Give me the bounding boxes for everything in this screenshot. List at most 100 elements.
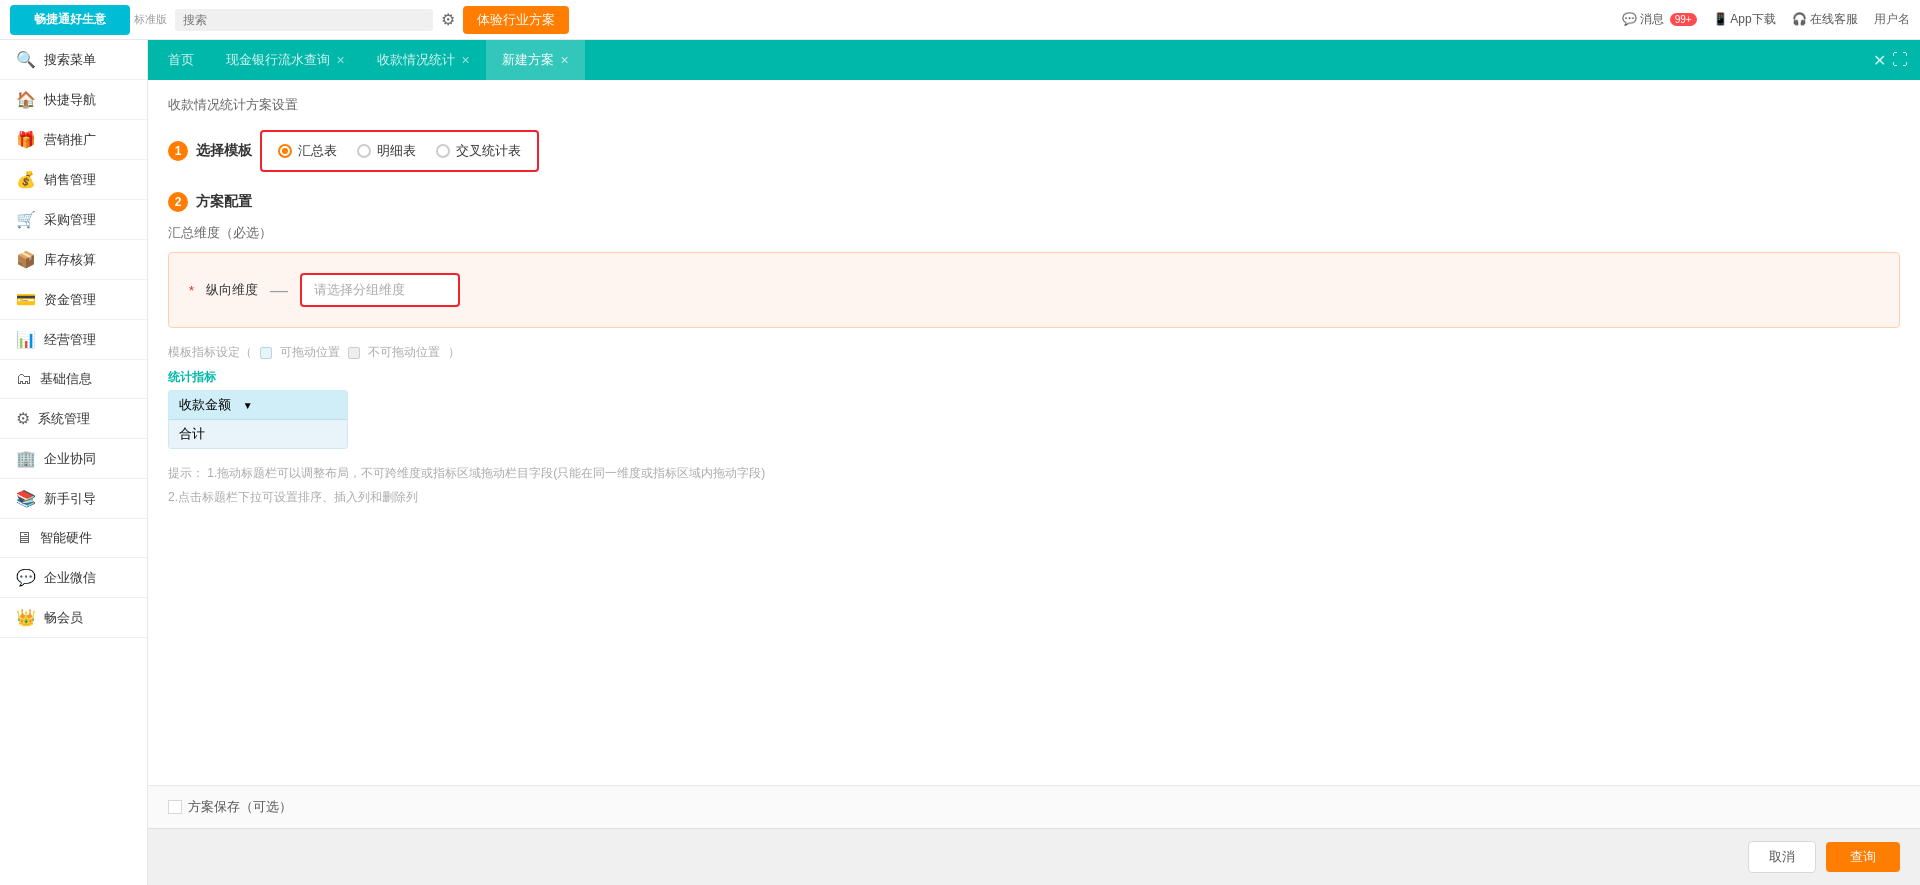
save-checkbox[interactable] xyxy=(168,800,182,814)
page-title: 收款情况统计方案设置 xyxy=(168,96,1900,114)
sidebar-item-hardware[interactable]: 🖥 智能硬件 xyxy=(0,519,147,558)
dimension-placeholder: 请选择分组维度 xyxy=(314,282,405,297)
radio-detail[interactable]: 明细表 xyxy=(357,142,416,160)
draggable-dot xyxy=(260,347,272,359)
tab-receipts-stats[interactable]: 收款情况统计 ✕ xyxy=(361,40,486,80)
trial-button[interactable]: 体验行业方案 xyxy=(463,6,569,34)
radio-summary-dot[interactable] xyxy=(278,144,292,158)
home-icon: 🏠 xyxy=(16,90,36,109)
step2-label: 方案配置 xyxy=(196,193,252,211)
sidebar-item-label: 采购管理 xyxy=(44,211,96,229)
sidebar-item-search-menu[interactable]: 🔍 搜索菜单 xyxy=(0,40,147,80)
messages-item[interactable]: 💬 消息 99+ xyxy=(1622,11,1697,28)
page-content: 收款情况统计方案设置 1 选择模板 汇总表 明细表 xyxy=(148,80,1920,785)
edition-label: 标准版 xyxy=(134,12,167,27)
online-service-item[interactable]: 🎧 在线客服 xyxy=(1792,11,1858,28)
topbar: 畅捷通好生意 标准版 ⚙ 体验行业方案 💬 消息 99+ 📱 App下载 🎧 在… xyxy=(0,0,1920,40)
dimension-title: 汇总维度（必选） xyxy=(168,224,1900,242)
sidebar-item-wechat[interactable]: 💬 企业微信 xyxy=(0,558,147,598)
app-download-item[interactable]: 📱 App下载 xyxy=(1713,11,1776,28)
folder-icon: 🗂 xyxy=(16,370,32,388)
cart-icon: 🛒 xyxy=(16,210,36,229)
step1-header: 1 选择模板 汇总表 明细表 xyxy=(168,130,1900,172)
template-selector: 汇总表 明细表 交叉统计表 xyxy=(260,130,539,172)
tab-home[interactable]: 首页 xyxy=(152,40,210,80)
maximize-icon[interactable]: ⛶ xyxy=(1892,51,1908,69)
step2-number: 2 xyxy=(168,192,188,212)
nondraggable-dot xyxy=(348,347,360,359)
sidebar-item-quick-nav[interactable]: 🏠 快捷导航 xyxy=(0,80,147,120)
messages-label: 消息 xyxy=(1640,12,1664,26)
radio-detail-dot[interactable] xyxy=(357,144,371,158)
stats-label: 统计指标 xyxy=(168,369,1900,386)
sidebar-item-purchase[interactable]: 🛒 采购管理 xyxy=(0,200,147,240)
sidebar-item-inventory[interactable]: 📦 库存核算 xyxy=(0,240,147,280)
metrics-table: 收款金额 ▼ 合计 xyxy=(168,390,348,449)
sidebar-item-marketing[interactable]: 🎁 营销推广 xyxy=(0,120,147,160)
radio-summary-label: 汇总表 xyxy=(298,142,337,160)
tip-line1: 提示： 1.拖动标题栏可以调整布局，不可跨维度或指标区域拖动栏目字段(只能在同一… xyxy=(168,461,1900,485)
cancel-button[interactable]: 取消 xyxy=(1748,841,1816,873)
radio-cross-label: 交叉统计表 xyxy=(456,142,521,160)
sidebar-item-business[interactable]: 📊 经营管理 xyxy=(0,320,147,360)
search-input[interactable] xyxy=(175,9,433,31)
metrics-hint: 模板指标设定（ 可拖动位置 不可拖动位置 ） xyxy=(168,344,1900,361)
tabbar: 首页 现金银行流水查询 ✕ 收款情况统计 ✕ 新建方案 ✕ ✕ ⛶ xyxy=(148,40,1920,80)
tab-new-scheme[interactable]: 新建方案 ✕ xyxy=(486,40,585,80)
main-layout: 🔍 搜索菜单 🏠 快捷导航 🎁 营销推广 💰 销售管理 🛒 采购管理 📦 库存核… xyxy=(0,40,1920,885)
book-icon: 📚 xyxy=(16,489,36,508)
sidebar: 🔍 搜索菜单 🏠 快捷导航 🎁 营销推广 💰 销售管理 🛒 采购管理 📦 库存核… xyxy=(0,40,148,885)
gear-icon[interactable]: ⚙ xyxy=(441,10,455,29)
sidebar-item-guide[interactable]: 📚 新手引导 xyxy=(0,479,147,519)
metrics-hint-text: 模板指标设定（ xyxy=(168,344,252,361)
sidebar-item-label: 企业微信 xyxy=(44,569,96,587)
topbar-right: 💬 消息 99+ 📱 App下载 🎧 在线客服 用户名 xyxy=(1622,11,1910,28)
logo-image: 畅捷通好生意 xyxy=(10,5,130,35)
sidebar-item-sales[interactable]: 💰 销售管理 xyxy=(0,160,147,200)
gift-icon: 🎁 xyxy=(16,130,36,149)
sidebar-item-label: 企业协同 xyxy=(44,450,96,468)
subtag-label: 合计 xyxy=(179,426,205,441)
sidebar-item-finance[interactable]: 💳 资金管理 xyxy=(0,280,147,320)
query-button[interactable]: 查询 xyxy=(1826,842,1900,872)
sidebar-item-label: 库存核算 xyxy=(44,251,96,269)
radio-cross-dot[interactable] xyxy=(436,144,450,158)
sidebar-item-label: 新手引导 xyxy=(44,490,96,508)
sidebar-item-sys-mgmt[interactable]: ⚙ 系统管理 xyxy=(0,399,147,439)
dimension-row: * 纵向维度 — 请选择分组维度 xyxy=(189,273,1879,307)
sidebar-item-label: 销售管理 xyxy=(44,171,96,189)
radio-summary[interactable]: 汇总表 xyxy=(278,142,337,160)
arrow-icon: — xyxy=(270,280,288,301)
step1-number: 1 xyxy=(168,141,188,161)
sidebar-item-label: 基础信息 xyxy=(40,370,92,388)
tab-bank-flow[interactable]: 现金银行流水查询 ✕ xyxy=(210,40,361,80)
sidebar-item-label: 系统管理 xyxy=(38,410,90,428)
dimension-selector[interactable]: 请选择分组维度 xyxy=(300,273,460,307)
sidebar-item-basic-info[interactable]: 🗂 基础信息 xyxy=(0,360,147,399)
tab-new-scheme-close[interactable]: ✕ xyxy=(560,40,569,80)
chevron-down-icon[interactable]: ▼ xyxy=(243,400,253,411)
vertical-dimension-label: 纵向维度 xyxy=(206,281,258,299)
tabbar-end: ✕ ⛶ xyxy=(1873,51,1916,70)
sidebar-item-enterprise[interactable]: 🏢 企业协同 xyxy=(0,439,147,479)
tab-receipts-stats-close[interactable]: ✕ xyxy=(461,40,470,80)
save-checkbox-row: 方案保存（可选） xyxy=(168,798,292,816)
app-logo: 畅捷通好生意 标准版 xyxy=(10,5,167,35)
hint-close-paren: ） xyxy=(448,344,460,361)
sidebar-item-member[interactable]: 👑 畅会员 xyxy=(0,598,147,638)
sidebar-item-label: 营销推广 xyxy=(44,131,96,149)
metrics-table-header[interactable]: 收款金额 ▼ xyxy=(169,391,347,419)
tab-bank-flow-close[interactable]: ✕ xyxy=(336,40,345,80)
hardware-icon: 🖥 xyxy=(16,529,32,547)
search-icon: 🔍 xyxy=(16,50,36,69)
user-name[interactable]: 用户名 xyxy=(1874,11,1910,28)
logo-text: 畅捷通好生意 xyxy=(34,11,106,28)
close-window-icon[interactable]: ✕ xyxy=(1873,51,1886,70)
sidebar-item-label: 搜索菜单 xyxy=(44,51,96,69)
app-download-label: App下载 xyxy=(1730,12,1775,26)
metrics-table-cell: 合计 xyxy=(169,419,347,448)
dimension-area: * 纵向维度 — 请选择分组维度 xyxy=(168,252,1900,328)
card-icon: 💳 xyxy=(16,290,36,309)
radio-cross[interactable]: 交叉统计表 xyxy=(436,142,521,160)
sidebar-item-label: 资金管理 xyxy=(44,291,96,309)
